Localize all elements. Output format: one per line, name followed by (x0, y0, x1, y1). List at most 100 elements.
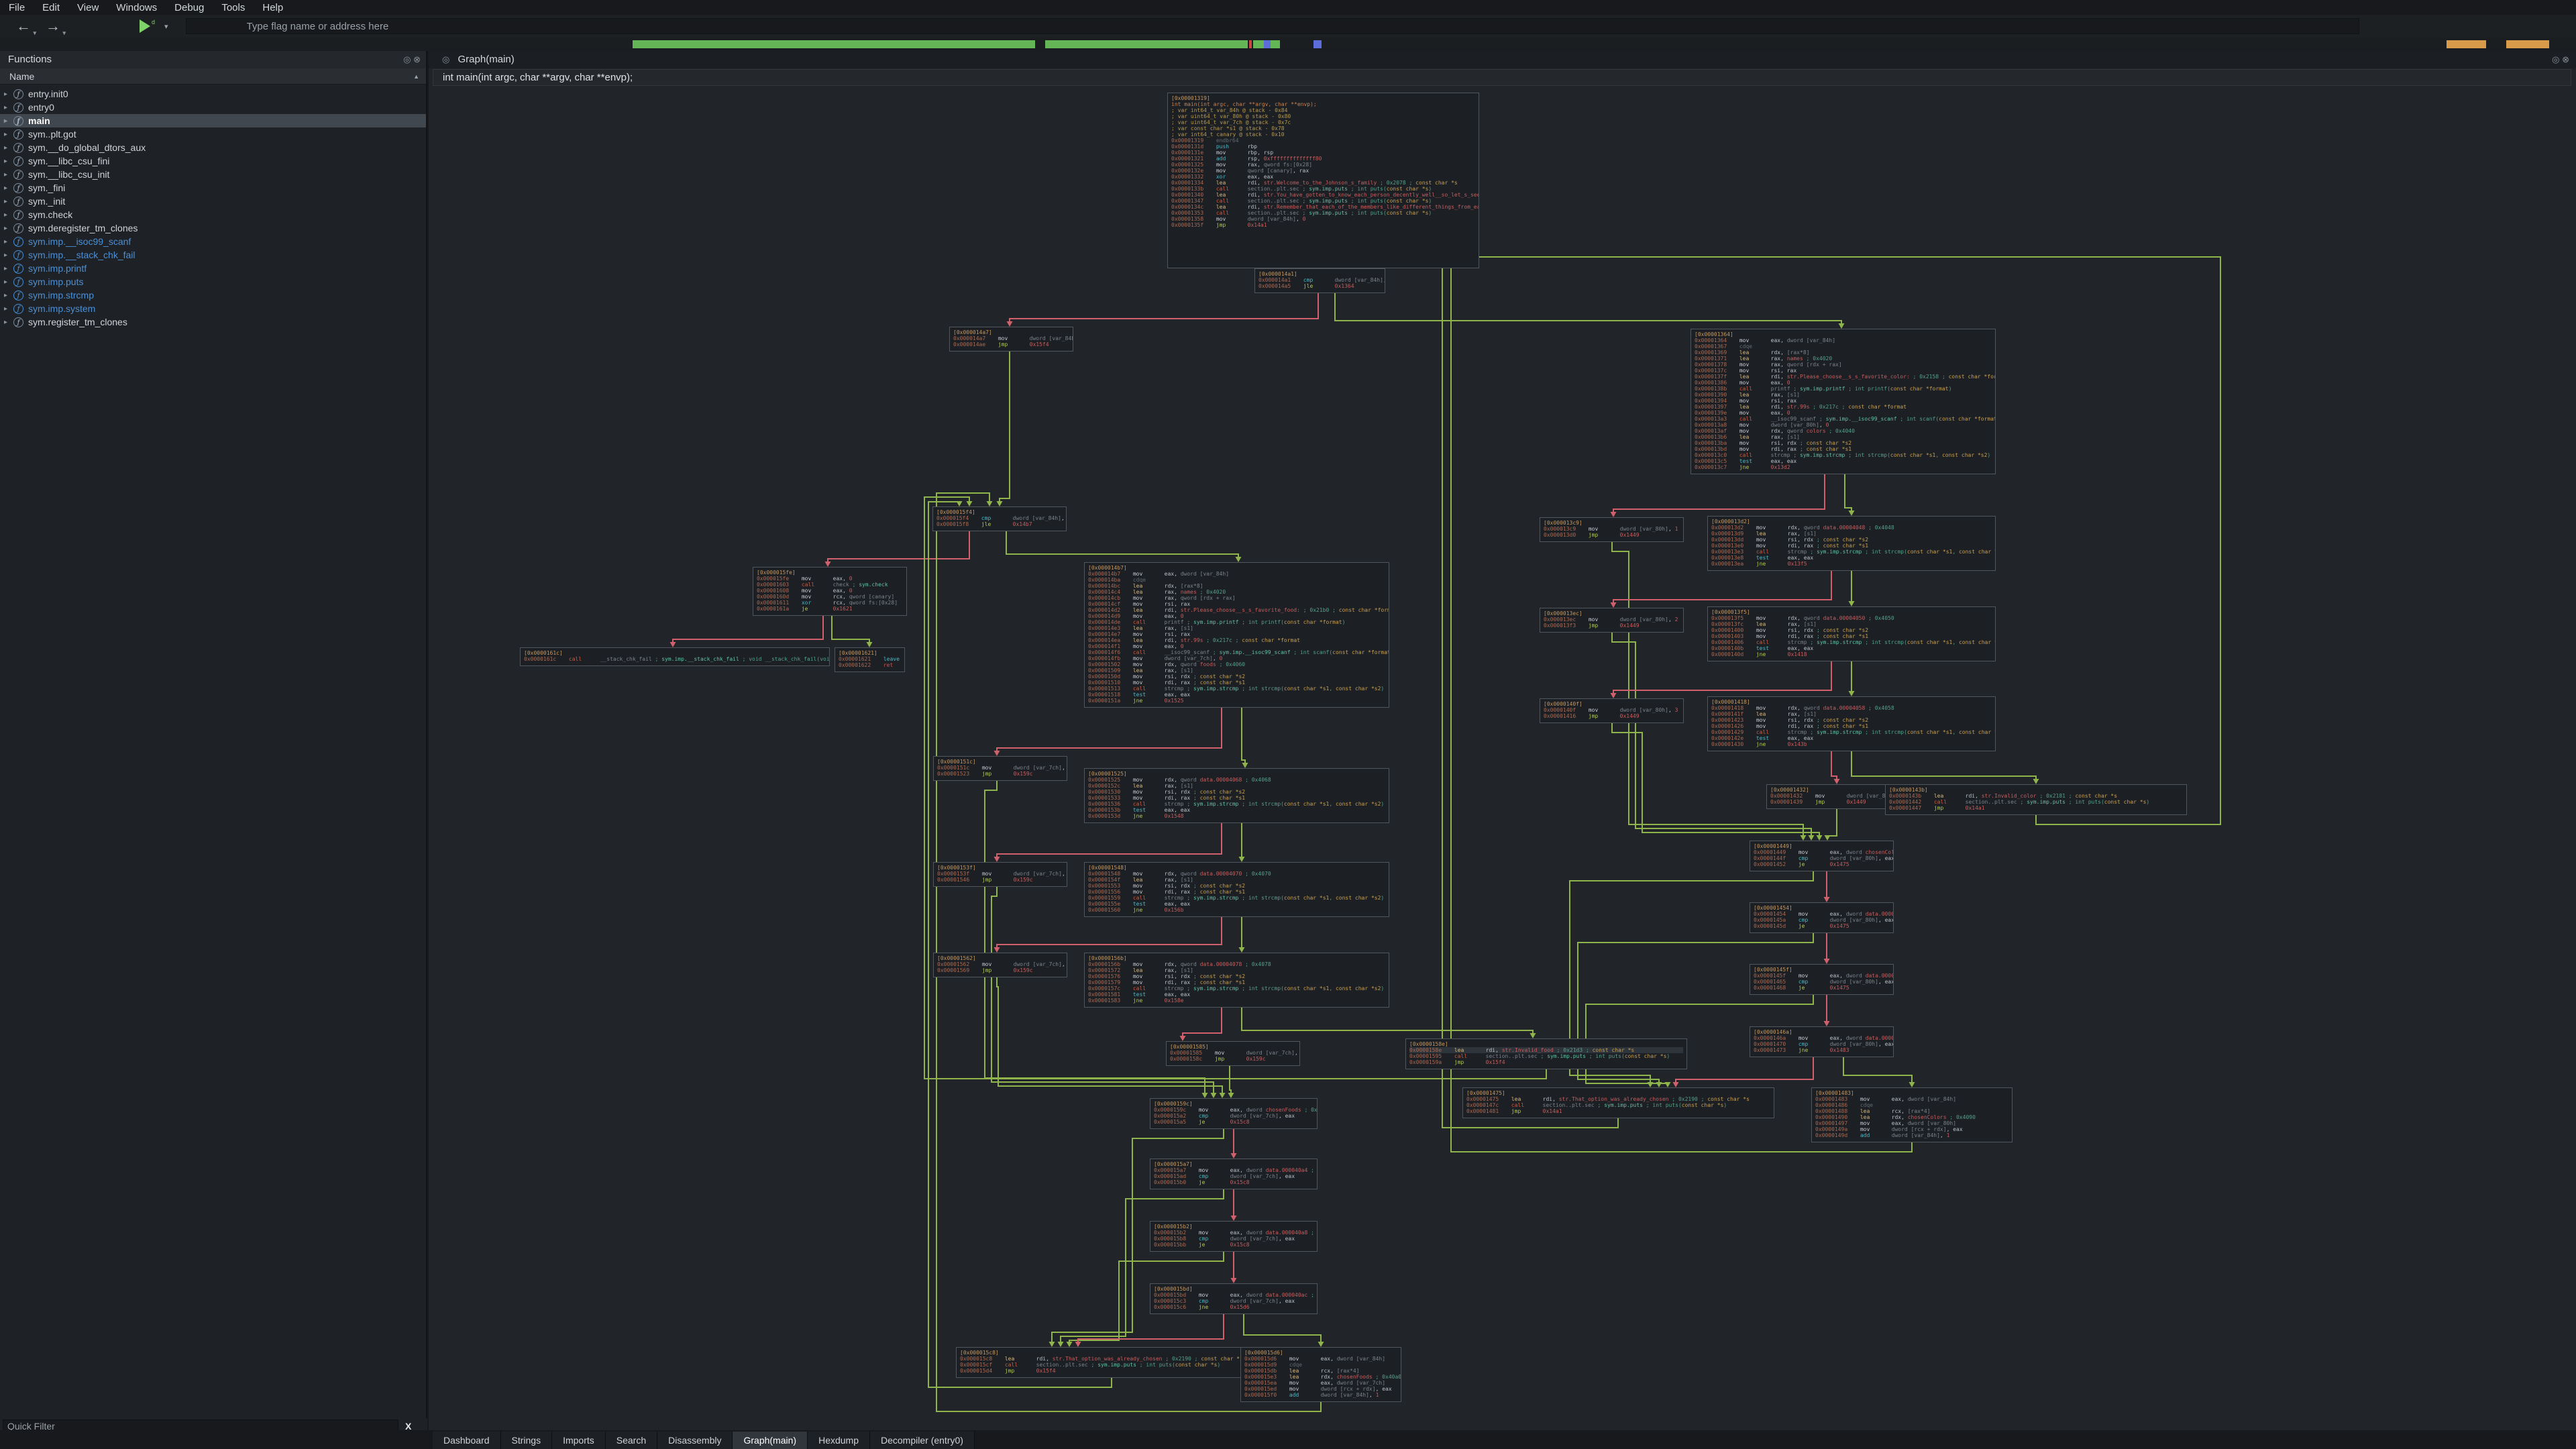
graph-block-0x0000161c[interactable]: [0x0000161c] 0x0000161c call __stack_chk… (520, 647, 830, 666)
menu-tools[interactable]: Tools (213, 2, 254, 13)
function-item-sym.imp.strcmp[interactable]: ▸ ƒ sym.imp.strcmp (0, 288, 426, 302)
graph-block-0x000015fe[interactable]: [0x000015fe] 0x000015fe mov eax, 0 0x000… (753, 567, 907, 616)
graph-block-0x000013d2[interactable]: [0x000013d2] 0x000013d2 mov rdx, qword d… (1707, 516, 1996, 571)
tab-dashboard[interactable]: Dashboard (433, 1432, 501, 1449)
function-item-sym.check[interactable]: ▸ ƒ sym.check (0, 208, 426, 221)
function-item-sym.__libc_csu_fini[interactable]: ▸ ƒ sym.__libc_csu_fini (0, 154, 426, 168)
graph-block-0x0000153f[interactable]: [0x0000153f] 0x0000153f mov dword [var_7… (933, 862, 1067, 887)
debug-dropdown-caret[interactable]: ▾ (164, 22, 168, 31)
graph-block-0x0000145f[interactable]: [0x0000145f] 0x0000145f mov eax, dword d… (1750, 964, 1894, 995)
expand-arrow-icon[interactable]: ▸ (4, 265, 13, 272)
debug-start-icon[interactable] (140, 19, 150, 33)
function-item-entry.init0[interactable]: ▸ ƒ entry.init0 (0, 87, 426, 101)
expand-arrow-icon[interactable]: ▸ (4, 171, 13, 178)
graph-block-0x00001319[interactable]: [0x00001319] int main(int argc, char **a… (1167, 93, 1479, 268)
asm-line: 0x000014d2 lea rdi, str.Please_choose__s… (1088, 607, 1389, 613)
graph-block-0x000015bd[interactable]: [0x000015bd] 0x000015bd mov eax, dword d… (1150, 1283, 1318, 1314)
tab-search[interactable]: Search (605, 1432, 658, 1449)
address-input[interactable] (185, 18, 2359, 34)
menu-debug[interactable]: Debug (166, 2, 213, 13)
graph-block-0x000015c8[interactable]: [0x000015c8] 0x000015c8 lea rdi, str.Tha… (956, 1347, 1268, 1378)
tab-strings[interactable]: Strings (500, 1432, 553, 1449)
back-arrow-icon[interactable]: ← ▾ (16, 17, 36, 36)
functions-column-header[interactable]: Name ▲ (0, 68, 426, 85)
menu-edit[interactable]: Edit (34, 2, 68, 13)
function-item-main[interactable]: ▸ ƒ main (0, 114, 426, 127)
function-item-sym.imp.__isoc99_scanf[interactable]: ▸ ƒ sym.imp.__isoc99_scanf (0, 235, 426, 248)
expand-arrow-icon[interactable]: ▸ (4, 225, 13, 232)
tab-hexdump[interactable]: Hexdump (808, 1432, 870, 1449)
graph-block-0x00001483[interactable]: [0x00001483] 0x00001483 mov eax, dword [… (1811, 1087, 2012, 1142)
menu-file[interactable]: File (0, 2, 34, 13)
tab-graph-main-[interactable]: Graph(main) (733, 1432, 808, 1449)
graph-block-0x00001418[interactable]: [0x00001418] 0x00001418 mov rdx, qword d… (1707, 696, 1996, 751)
function-item-sym.__do_global_dtors_aux[interactable]: ▸ ƒ sym.__do_global_dtors_aux (0, 141, 426, 154)
graph-block-0x000015f4[interactable]: [0x000015f4] 0x000015f4 cmp dword [var_8… (932, 506, 1067, 531)
graph-block-0x00001525[interactable]: [0x00001525] 0x00001525 mov rdx, qword d… (1084, 768, 1389, 823)
function-item-sym.deregister_tm_clones[interactable]: ▸ ƒ sym.deregister_tm_clones (0, 221, 426, 235)
graph-block-0x0000140f[interactable]: [0x0000140f] 0x0000140f mov dword [var_8… (1540, 698, 1684, 723)
expand-arrow-icon[interactable]: ▸ (4, 278, 13, 286)
expand-arrow-icon[interactable]: ▸ (4, 184, 13, 192)
panel-settings-icon[interactable]: ◎ (403, 54, 411, 64)
graph-block-0x000014a1[interactable]: [0x000014a1] 0x000014a1 cmp dword [var_8… (1254, 268, 1385, 293)
graph-block-0x0000159c[interactable]: [0x0000159c] 0x0000159c mov eax, dword c… (1150, 1098, 1318, 1129)
graph-canvas[interactable]: [0x00001319] int main(int argc, char **a… (429, 87, 2576, 1430)
function-item-sym.imp.printf[interactable]: ▸ ƒ sym.imp.printf (0, 262, 426, 275)
function-item-sym..plt.got[interactable]: ▸ ƒ sym..plt.got (0, 127, 426, 141)
expand-arrow-icon[interactable]: ▸ (4, 198, 13, 205)
expand-arrow-icon[interactable]: ▸ (4, 117, 13, 125)
function-item-sym.imp.__stack_chk_fail[interactable]: ▸ ƒ sym.imp.__stack_chk_fail (0, 248, 426, 262)
graph-settings-icon[interactable]: ◎ (2552, 54, 2559, 64)
graph-block-0x00001475[interactable]: [0x00001475] 0x00001475 lea rdi, str.Tha… (1462, 1087, 1774, 1118)
memory-overview-bar[interactable] (0, 38, 2576, 51)
graph-block-0x0000146a[interactable]: [0x0000146a] 0x0000146a mov eax, dword d… (1750, 1026, 1894, 1057)
graph-block-0x000015a7[interactable]: [0x000015a7] 0x000015a7 mov eax, dword d… (1150, 1159, 1318, 1189)
menu-help[interactable]: Help (254, 2, 292, 13)
expand-arrow-icon[interactable]: ▸ (4, 91, 13, 98)
graph-block-0x000013f5[interactable]: [0x000013f5] 0x000013f5 mov rdx, qword d… (1707, 606, 1996, 661)
graph-block-0x0000143b[interactable]: [0x0000143b] 0x0000143b lea rdi, str.Inv… (1885, 784, 2187, 815)
expand-arrow-icon[interactable]: ▸ (4, 292, 13, 299)
graph-block-0x00001621[interactable]: [0x00001621] 0x00001621 leave 0x00001622… (835, 647, 905, 672)
graph-block-0x00001449[interactable]: [0x00001449] 0x00001449 mov eax, dword c… (1750, 841, 1894, 871)
graph-block-0x0000158e[interactable]: [0x0000158e] 0x0000158e lea rdi, str.Inv… (1405, 1038, 1687, 1069)
tab-decompiler-entry0-[interactable]: Decompiler (entry0) (870, 1432, 975, 1449)
function-item-sym._init[interactable]: ▸ ƒ sym._init (0, 195, 426, 208)
function-item-entry0[interactable]: ▸ ƒ entry0 (0, 101, 426, 114)
tab-disassembly[interactable]: Disassembly (657, 1432, 733, 1449)
graph-block-0x000015d6[interactable]: [0x000015d6] 0x000015d6 mov eax, dword [… (1240, 1347, 1401, 1402)
function-item-sym.__libc_csu_init[interactable]: ▸ ƒ sym.__libc_csu_init (0, 168, 426, 181)
expand-arrow-icon[interactable]: ▸ (4, 305, 13, 313)
panel-close-icon[interactable]: ⊗ (413, 54, 421, 64)
graph-block-0x0000151c[interactable]: [0x0000151c] 0x0000151c mov dword [var_7… (933, 756, 1067, 781)
graph-block-0x000014a7[interactable]: [0x000014a7] 0x000014a7 mov dword [var_8… (949, 327, 1073, 352)
tab-imports[interactable]: Imports (552, 1432, 606, 1449)
expand-arrow-icon[interactable]: ▸ (4, 211, 13, 219)
graph-block-0x000015b2[interactable]: [0x000015b2] 0x000015b2 mov eax, dword d… (1150, 1221, 1318, 1252)
graph-block-0x00001454[interactable]: [0x00001454] 0x00001454 mov eax, dword d… (1750, 902, 1894, 933)
graph-block-0x000014b7[interactable]: [0x000014b7] 0x000014b7 mov eax, dword [… (1084, 562, 1389, 708)
menu-windows[interactable]: Windows (107, 2, 166, 13)
expand-arrow-icon[interactable]: ▸ (4, 104, 13, 111)
graph-block-0x000013c9[interactable]: [0x000013c9] 0x000013c9 mov dword [var_8… (1540, 517, 1684, 542)
expand-arrow-icon[interactable]: ▸ (4, 238, 13, 246)
expand-arrow-icon[interactable]: ▸ (4, 158, 13, 165)
graph-block-0x000013ec[interactable]: [0x000013ec] 0x000013ec mov dword [var_8… (1540, 608, 1684, 633)
graph-close-icon[interactable]: ⊗ (2562, 54, 2569, 64)
function-item-sym.register_tm_clones[interactable]: ▸ ƒ sym.register_tm_clones (0, 315, 426, 329)
expand-arrow-icon[interactable]: ▸ (4, 144, 13, 152)
expand-arrow-icon[interactable]: ▸ (4, 131, 13, 138)
menu-view[interactable]: View (68, 2, 107, 13)
function-item-sym._fini[interactable]: ▸ ƒ sym._fini (0, 181, 426, 195)
graph-block-0x0000156b[interactable]: [0x0000156b] 0x0000156b mov rdx, qword d… (1084, 953, 1389, 1008)
expand-arrow-icon[interactable]: ▸ (4, 319, 13, 326)
graph-block-0x00001548[interactable]: [0x00001548] 0x00001548 mov rdx, qword d… (1084, 862, 1389, 917)
function-item-sym.imp.system[interactable]: ▸ ƒ sym.imp.system (0, 302, 426, 315)
function-item-sym.imp.puts[interactable]: ▸ ƒ sym.imp.puts (0, 275, 426, 288)
graph-block-0x00001562[interactable]: [0x00001562] 0x00001562 mov dword [var_7… (933, 953, 1067, 977)
expand-arrow-icon[interactable]: ▸ (4, 252, 13, 259)
graph-block-0x00001585[interactable]: [0x00001585] 0x00001585 mov dword [var_7… (1166, 1041, 1300, 1066)
forward-arrow-icon[interactable]: → ▾ (46, 17, 66, 36)
graph-block-0x00001364[interactable]: [0x00001364] 0x00001364 mov eax, dword [… (1690, 329, 1996, 474)
